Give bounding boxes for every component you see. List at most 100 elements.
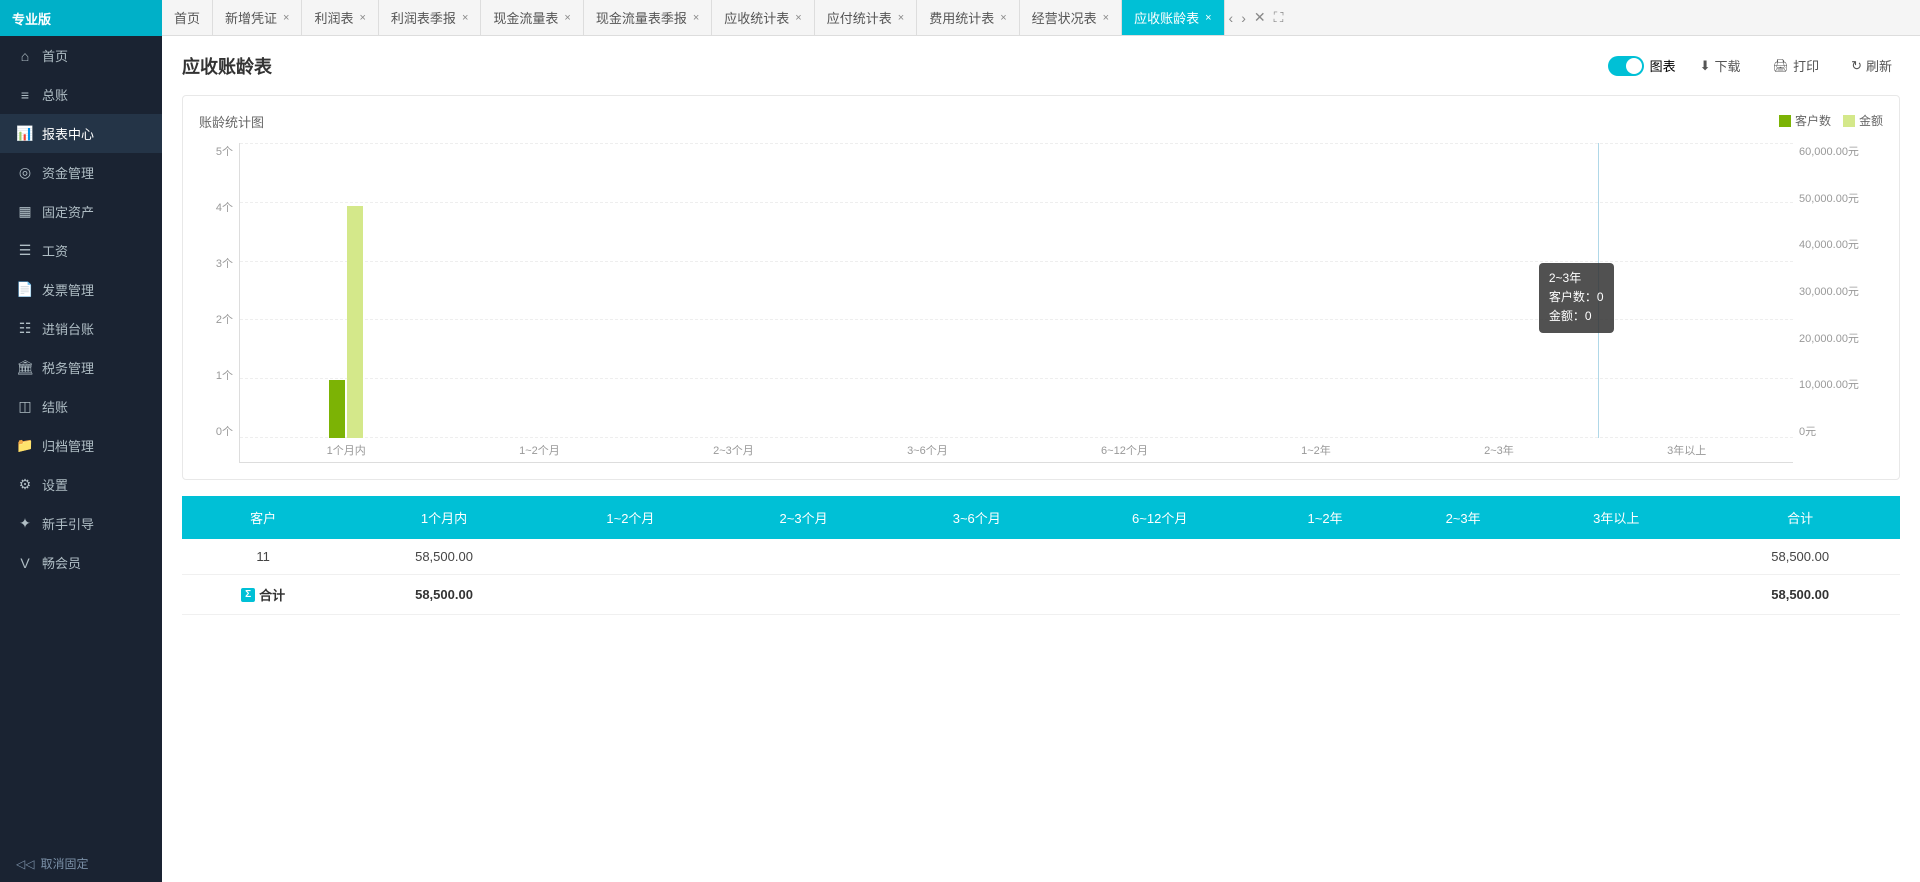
tab-close-icon[interactable]: ×: [1205, 12, 1211, 24]
sidebar-item-ledger[interactable]: ≡ 总账: [0, 75, 162, 114]
total-m12: [544, 575, 717, 615]
chart-hover-line: [1598, 143, 1599, 438]
col-total: 合计: [1700, 496, 1900, 539]
sidebar-item-label: 设置: [42, 475, 68, 494]
cell-y3plus: [1532, 539, 1700, 575]
total-m612: [1063, 575, 1256, 615]
chart-inner: 1个月内 1~2个月 2~3个月 3~6个月 6~12个月 1~2年 2~3年 …: [239, 143, 1793, 463]
gear-icon: ⚙: [16, 476, 34, 493]
total-total: 58,500.00: [1700, 575, 1900, 615]
col-customer: 客户: [182, 496, 344, 539]
tab-receivable-stats[interactable]: 应收统计表 ×: [712, 0, 814, 36]
unpin-button[interactable]: ◁◁ 取消固定: [0, 845, 162, 882]
archive-icon: 📁: [16, 437, 34, 454]
app-logo: 专业版: [0, 0, 162, 36]
sidebar-item-label: 归档管理: [42, 436, 94, 455]
legend-customer-color: [1779, 115, 1791, 127]
table-header-row: 客户 1个月内 1~2个月 2~3个月 3~6个月 6~12个月 1~2年 2~…: [182, 496, 1900, 539]
tab-expense-stats[interactable]: 费用统计表 ×: [917, 0, 1019, 36]
col-y23: 2~3年: [1394, 496, 1532, 539]
total-label-cell: Σ 合计: [182, 575, 344, 615]
y-axis-right: 60,000.00元 50,000.00元 40,000.00元 30,000.…: [1793, 143, 1883, 463]
tab-close-icon[interactable]: ×: [462, 12, 468, 24]
sidebar-item-label: 发票管理: [42, 280, 94, 299]
col-m36: 3~6个月: [890, 496, 1063, 539]
sidebar-item-label: 总账: [42, 85, 68, 104]
download-icon: ⬇: [1700, 58, 1711, 74]
legend-amount: 金额: [1843, 112, 1883, 129]
sidebar-item-inventory[interactable]: ☷ 进销台账: [0, 309, 162, 348]
legend-customer: 客户数: [1779, 112, 1831, 129]
legend-customer-label: 客户数: [1795, 112, 1831, 129]
tab-profit-quarter[interactable]: 利润表季报 ×: [379, 0, 481, 36]
tab-next-button[interactable]: ›: [1237, 0, 1250, 36]
tab-cashflow-quarter[interactable]: 现金流量表季报 ×: [584, 0, 712, 36]
tab-close-all-button[interactable]: ✕: [1250, 0, 1270, 36]
tab-home[interactable]: 首页: [162, 0, 213, 36]
unpin-icon: ◁◁: [16, 857, 34, 871]
total-m1: 58,500.00: [344, 575, 544, 615]
tab-close-icon[interactable]: ×: [693, 12, 699, 24]
tab-bar: 首页 新增凭证 × 利润表 × 利润表季报 × 现金流量表 × 现金流量表季报 …: [162, 0, 1920, 36]
tab-close-icon[interactable]: ×: [1103, 12, 1109, 24]
sidebar-item-assets[interactable]: ▦ 固定资产: [0, 192, 162, 231]
tab-receivable-aging[interactable]: 应收账龄表 ×: [1122, 0, 1224, 36]
chart-toggle[interactable]: [1608, 56, 1644, 76]
total-m36: [890, 575, 1063, 615]
vip-icon: V: [16, 555, 34, 571]
chart-legend: 客户数 金额: [1779, 112, 1883, 129]
total-y12: [1256, 575, 1394, 615]
sidebar-item-home[interactable]: ⌂ 首页: [0, 36, 162, 75]
sidebar-item-settings[interactable]: ⚙ 设置: [0, 465, 162, 504]
sidebar-item-invoice[interactable]: 📄 发票管理: [0, 270, 162, 309]
aging-table: 客户 1个月内 1~2个月 2~3个月 3~6个月 6~12个月 1~2年 2~…: [182, 496, 1900, 615]
tab-close-icon[interactable]: ×: [564, 12, 570, 24]
tab-cashflow[interactable]: 现金流量表 ×: [481, 0, 583, 36]
cell-m23: [717, 539, 890, 575]
ledger-icon: ≡: [16, 87, 34, 103]
tab-new-voucher[interactable]: 新增凭证 ×: [213, 0, 302, 36]
chart-toggle-wrap: 图表: [1608, 56, 1676, 76]
sidebar-item-closing[interactable]: ◫ 结账: [0, 387, 162, 426]
sidebar-item-label: 工资: [42, 241, 68, 260]
total-icon: Σ: [241, 588, 255, 602]
cell-m612: [1063, 539, 1256, 575]
sidebar-item-archive[interactable]: 📁 归档管理: [0, 426, 162, 465]
tab-profit[interactable]: 利润表 ×: [302, 0, 378, 36]
cell-m12: [544, 539, 717, 575]
sidebar-item-reports[interactable]: 📊 报表中心: [0, 114, 162, 153]
sidebar-item-label: 新手引导: [42, 514, 94, 533]
chart-title: 账龄统计图: [199, 112, 1883, 131]
bars-area: [240, 143, 1793, 438]
tab-prev-button[interactable]: ‹: [1225, 0, 1238, 36]
tab-close-icon[interactable]: ×: [359, 12, 365, 24]
tab-maximize-button[interactable]: ⛶: [1270, 0, 1288, 36]
sidebar-item-capital[interactable]: ◎ 资金管理: [0, 153, 162, 192]
tab-close-icon[interactable]: ×: [1000, 12, 1006, 24]
download-button[interactable]: ⬇ 下载: [1692, 52, 1749, 79]
invoice-icon: 📄: [16, 281, 34, 298]
sidebar-item-vip[interactable]: V 畅会员: [0, 543, 162, 582]
total-y23: [1394, 575, 1532, 615]
refresh-button[interactable]: ↻ 刷新: [1843, 52, 1900, 79]
chart-toggle-label: 图表: [1650, 56, 1676, 75]
col-m12: 1~2个月: [544, 496, 717, 539]
print-button[interactable]: 🖨 打印: [1765, 52, 1828, 79]
page-header: 应收账龄表 图表 ⬇ 下载 🖨 打印 ↻ 刷新: [182, 52, 1900, 79]
bar-customer-m1: [329, 380, 345, 438]
cell-y12: [1256, 539, 1394, 575]
tab-close-icon[interactable]: ×: [283, 12, 289, 24]
sidebar-item-tax[interactable]: 🏛 税务管理: [0, 348, 162, 387]
tab-close-icon[interactable]: ×: [795, 12, 801, 24]
inventory-icon: ☷: [16, 320, 34, 337]
salary-icon: ☰: [16, 242, 34, 259]
tab-business-status[interactable]: 经营状况表 ×: [1020, 0, 1122, 36]
cell-customer: 11: [182, 539, 344, 575]
tab-payable-stats[interactable]: 应付统计表 ×: [815, 0, 917, 36]
tab-close-icon[interactable]: ×: [898, 12, 904, 24]
col-y12: 1~2年: [1256, 496, 1394, 539]
sidebar-item-label: 结账: [42, 397, 68, 416]
reports-icon: 📊: [16, 125, 34, 142]
sidebar-item-salary[interactable]: ☰ 工资: [0, 231, 162, 270]
sidebar-item-guide[interactable]: ✦ 新手引导: [0, 504, 162, 543]
